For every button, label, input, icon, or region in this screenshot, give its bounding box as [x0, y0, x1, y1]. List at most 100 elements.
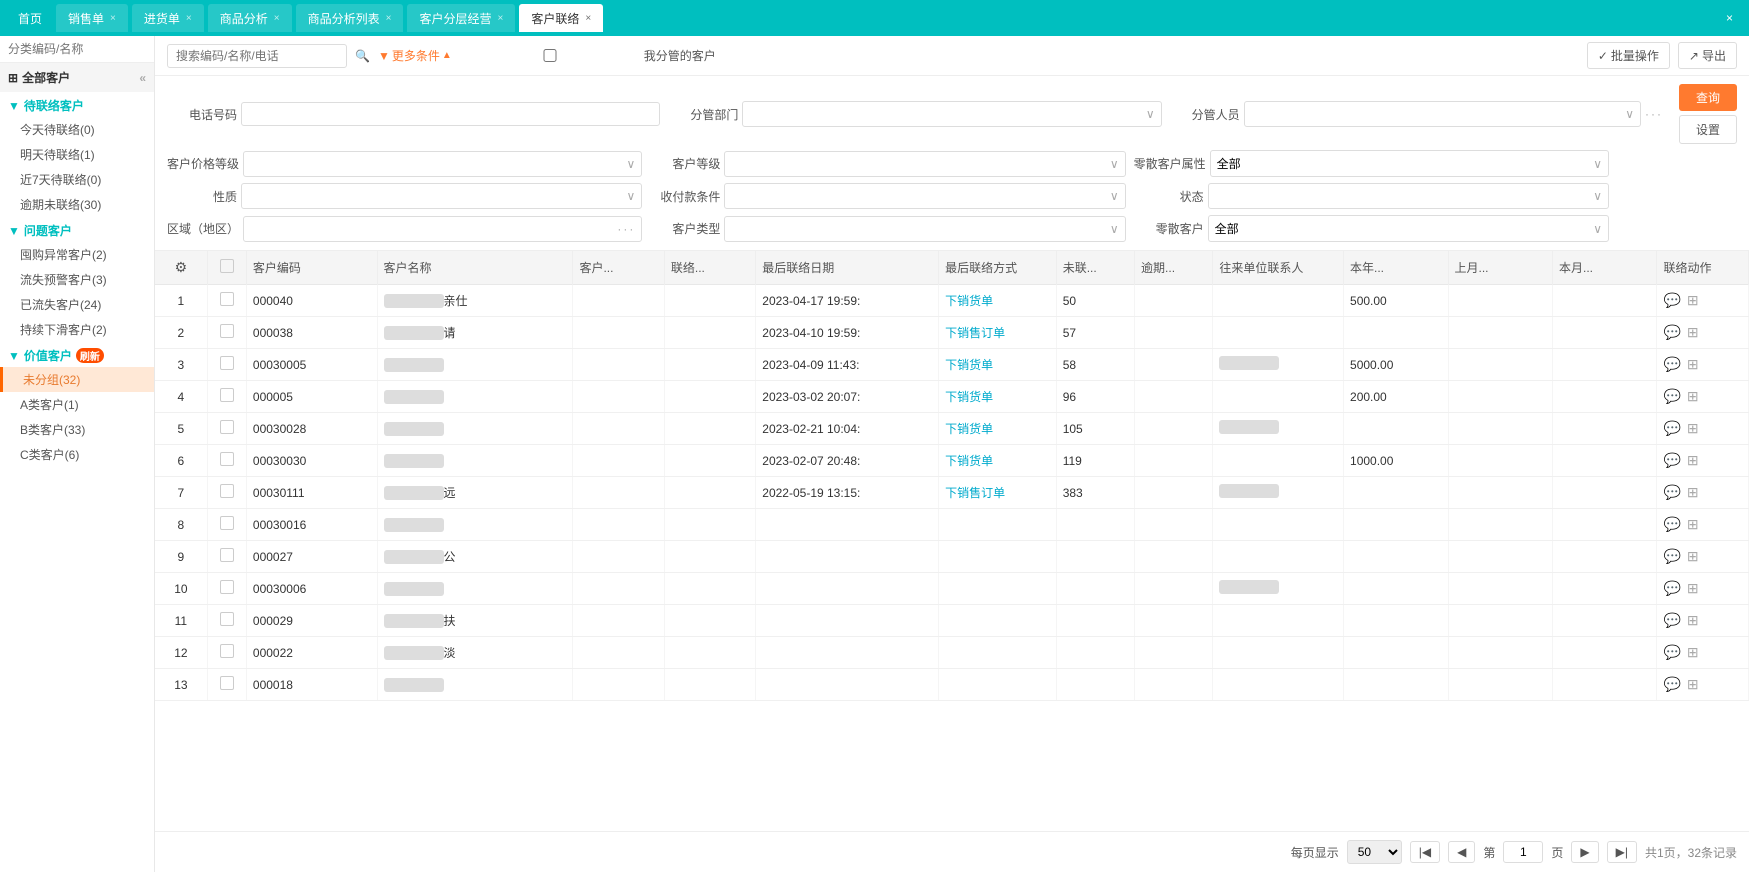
close-icon[interactable]: × [585, 13, 591, 24]
more-icon[interactable]: ··· [1645, 107, 1663, 121]
close-icon[interactable]: × [274, 13, 280, 24]
close-icon[interactable]: × [110, 13, 116, 24]
grid-icon[interactable]: ⊞ [1687, 516, 1699, 533]
way-link[interactable]: 下销货单 [945, 390, 993, 404]
status-select[interactable]: ∨ [1208, 183, 1609, 209]
row-checkbox[interactable] [220, 644, 234, 658]
message-icon[interactable]: 💬 [1663, 516, 1680, 533]
cell-action[interactable]: 💬 ⊞ [1657, 637, 1749, 669]
sidebar-item-overdue[interactable]: 逾期未联络(30) [0, 192, 154, 217]
message-icon[interactable]: 💬 [1663, 580, 1680, 597]
cell-way[interactable]: 下销货单 [939, 413, 1057, 445]
row-checkbox[interactable] [220, 324, 234, 338]
region-select[interactable]: ··· [243, 216, 642, 242]
grid-icon[interactable]: ⊞ [1687, 580, 1699, 597]
cell-action[interactable]: 💬 ⊞ [1657, 285, 1749, 317]
cell-check[interactable] [207, 413, 246, 445]
close-icon[interactable]: × [497, 13, 503, 24]
dept-select[interactable]: ∨ [742, 101, 1161, 127]
prev-page-button[interactable]: ◀ [1448, 841, 1475, 863]
more-icon[interactable]: ··· [617, 222, 635, 236]
cell-action[interactable]: 💬 ⊞ [1657, 509, 1749, 541]
way-link[interactable]: 下销货单 [945, 294, 993, 308]
search-icon[interactable]: 🔍 [355, 49, 370, 63]
row-checkbox[interactable] [220, 612, 234, 626]
cell-action[interactable]: 💬 ⊞ [1657, 605, 1749, 637]
cell-action[interactable]: 💬 ⊞ [1657, 541, 1749, 573]
cell-check[interactable] [207, 349, 246, 381]
way-link[interactable]: 下销货单 [945, 422, 993, 436]
sidebar-group-pending[interactable]: ▼ 待联络客户 [0, 92, 154, 117]
cell-way[interactable]: 下销售订单 [939, 477, 1057, 509]
nav-home[interactable]: 首页 [8, 4, 52, 32]
export-button[interactable]: ↗ 导出 [1678, 42, 1737, 69]
next-page-button[interactable]: ▶ [1571, 841, 1598, 863]
grid-icon[interactable]: ⊞ [1687, 388, 1699, 405]
cell-way[interactable] [939, 573, 1057, 605]
sidebar-item-class-c[interactable]: C类客户(6) [0, 442, 154, 467]
cell-way[interactable]: 下销货单 [939, 445, 1057, 477]
grid-icon[interactable]: ⊞ [1687, 292, 1699, 309]
close-icon[interactable]: × [386, 13, 392, 24]
phone-input[interactable] [241, 102, 660, 126]
grid-icon[interactable]: ⊞ [1687, 612, 1699, 629]
customer-level-select[interactable]: ∨ [724, 151, 1125, 177]
tab-purchase[interactable]: 进货单 × [132, 4, 204, 32]
batch-operation-button[interactable]: ✓ 批量操作 [1587, 42, 1670, 69]
query-button[interactable]: 查询 [1679, 84, 1737, 111]
grid-icon[interactable]: ⊞ [1687, 644, 1699, 661]
sidebar-group-value[interactable]: ▼ 价值客户 刷新 [0, 342, 154, 367]
grid-icon[interactable]: ⊞ [1687, 356, 1699, 373]
sidebar-group-problems[interactable]: ▼ 问题客户 [0, 217, 154, 242]
message-icon[interactable]: 💬 [1663, 676, 1680, 693]
retail-customer-select[interactable]: 全部∨ [1208, 215, 1609, 242]
cell-way[interactable] [939, 637, 1057, 669]
th-settings[interactable]: ⚙ [155, 251, 207, 285]
sidebar-item-class-b[interactable]: B类客户(33) [0, 417, 154, 442]
cell-action[interactable]: 💬 ⊞ [1657, 317, 1749, 349]
sidebar-item-lost[interactable]: 已流失客户(24) [0, 292, 154, 317]
message-icon[interactable]: 💬 [1663, 292, 1680, 309]
way-link[interactable]: 下销售订单 [945, 486, 1005, 500]
message-icon[interactable]: 💬 [1663, 452, 1680, 469]
cell-check[interactable] [207, 637, 246, 669]
cell-action[interactable]: 💬 ⊞ [1657, 573, 1749, 605]
row-checkbox[interactable] [220, 516, 234, 530]
close-icon[interactable]: × [186, 13, 192, 24]
grid-icon[interactable]: ⊞ [1687, 548, 1699, 565]
first-page-button[interactable]: |◀ [1410, 841, 1440, 863]
sidebar-search-input[interactable] [8, 42, 155, 56]
cell-check[interactable] [207, 285, 246, 317]
message-icon[interactable]: 💬 [1663, 612, 1680, 629]
row-checkbox[interactable] [220, 580, 234, 594]
cell-way[interactable] [939, 541, 1057, 573]
cell-check[interactable] [207, 445, 246, 477]
cell-action[interactable]: 💬 ⊞ [1657, 381, 1749, 413]
cell-check[interactable] [207, 573, 246, 605]
cell-check[interactable] [207, 605, 246, 637]
way-link[interactable]: 下销货单 [945, 454, 993, 468]
search-input[interactable] [167, 44, 347, 68]
cell-way[interactable]: 下销售订单 [939, 317, 1057, 349]
cell-check[interactable] [207, 317, 246, 349]
my-customers-checkbox[interactable]: 我分管的客户 [460, 47, 716, 64]
close-all-button[interactable]: × [1726, 11, 1741, 25]
cell-check[interactable] [207, 669, 246, 701]
more-conditions-button[interactable]: ▼ 更多条件 ▲ [378, 47, 452, 64]
cell-action[interactable]: 💬 ⊞ [1657, 669, 1749, 701]
row-checkbox[interactable] [220, 548, 234, 562]
message-icon[interactable]: 💬 [1663, 484, 1680, 501]
sidebar-item-churn-warning[interactable]: 流失预警客户(3) [0, 267, 154, 292]
price-level-select[interactable]: ∨ [243, 151, 642, 177]
retail-attr-select[interactable]: 全部∨ [1210, 150, 1609, 177]
sidebar-item-ungroup[interactable]: 未分组(32) [0, 367, 154, 392]
grid-icon[interactable]: ⊞ [1687, 324, 1699, 341]
my-customers-check[interactable] [460, 49, 640, 62]
message-icon[interactable]: 💬 [1663, 324, 1680, 341]
tab-customer-contact[interactable]: 客户联络 × [519, 4, 603, 32]
message-icon[interactable]: 💬 [1663, 356, 1680, 373]
way-link[interactable]: 下销货单 [945, 358, 993, 372]
cell-way[interactable]: 下销货单 [939, 381, 1057, 413]
last-page-button[interactable]: ▶| [1607, 841, 1637, 863]
cell-check[interactable] [207, 541, 246, 573]
